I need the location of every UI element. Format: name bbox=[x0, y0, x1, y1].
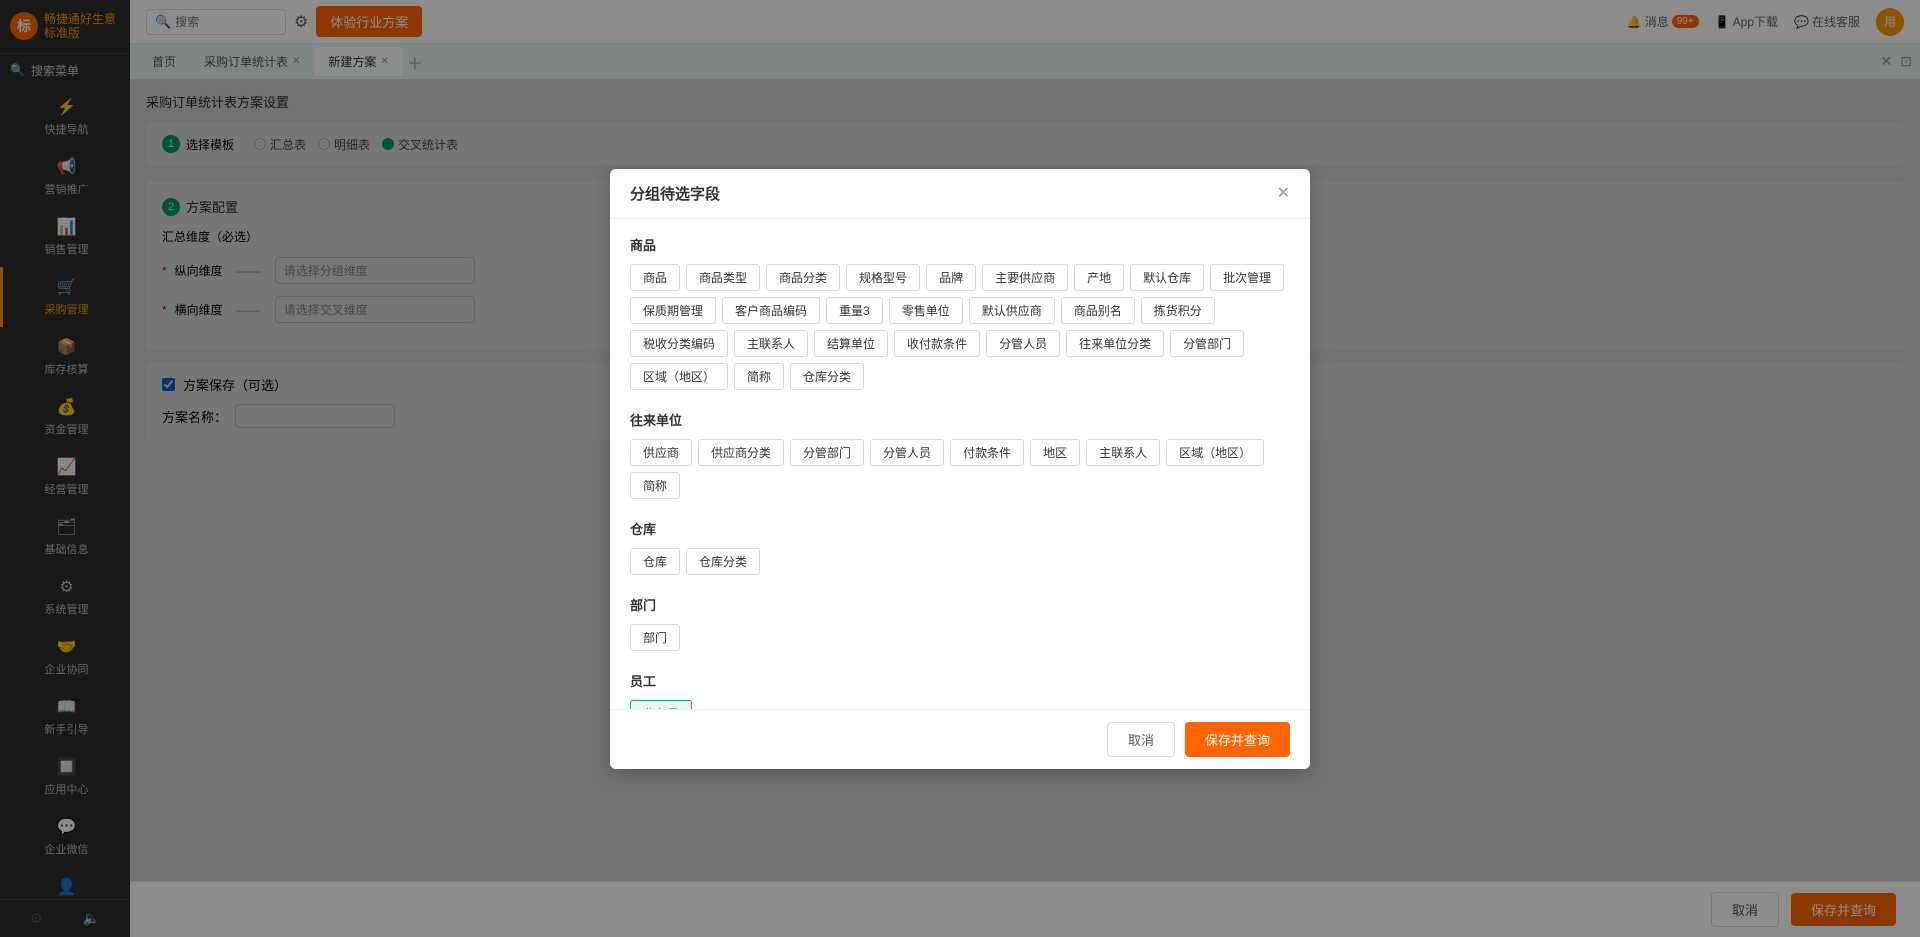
tag-goods-default-wh[interactable]: 默认仓库 bbox=[1130, 264, 1204, 291]
tag-goods-shelf-life[interactable]: 保质期管理 bbox=[630, 297, 716, 324]
tag-goods-default-supplier[interactable]: 默认供应商 bbox=[969, 297, 1055, 324]
tag-goods-spec[interactable]: 规格型号 bbox=[846, 264, 920, 291]
section-dept: 部门 部门 bbox=[630, 595, 1290, 651]
dept-tags: 部门 bbox=[630, 624, 1290, 651]
section-goods: 商品 商品 商品类型 商品分类 规格型号 品牌 主要供应商 产地 默认仓库 批次… bbox=[630, 235, 1290, 390]
warehouse-tags: 仓库 仓库分类 bbox=[630, 548, 1290, 575]
section-dept-title: 部门 bbox=[630, 595, 1290, 614]
tag-cp-supplier[interactable]: 供应商 bbox=[630, 439, 692, 466]
tag-staff-salesperson[interactable]: 业务员 bbox=[630, 700, 692, 709]
tag-goods-alias[interactable]: 商品别名 bbox=[1061, 297, 1135, 324]
section-counterparty-title: 往来单位 bbox=[630, 410, 1290, 429]
tag-goods-contact[interactable]: 主联系人 bbox=[734, 330, 808, 357]
tag-goods-payment-terms[interactable]: 收付款条件 bbox=[894, 330, 980, 357]
tag-cp-dept[interactable]: 分管部门 bbox=[790, 439, 864, 466]
modal-title: 分组待选字段 bbox=[630, 183, 720, 204]
tag-dept-dept[interactable]: 部门 bbox=[630, 624, 680, 651]
tag-goods-pick-score[interactable]: 拣货积分 bbox=[1141, 297, 1215, 324]
modal-body: 商品 商品 商品类型 商品分类 规格型号 品牌 主要供应商 产地 默认仓库 批次… bbox=[610, 219, 1310, 709]
tag-cp-supplier-cat[interactable]: 供应商分类 bbox=[698, 439, 784, 466]
section-warehouse: 仓库 仓库 仓库分类 bbox=[630, 519, 1290, 575]
tag-goods-weight[interactable]: 重量3 bbox=[826, 297, 883, 324]
section-staff: 员工 业务员 bbox=[630, 671, 1290, 709]
counterparty-tags: 供应商 供应商分类 分管部门 分管人员 付款条件 地区 主联系人 区域（地区） … bbox=[630, 439, 1290, 499]
tag-goods-origin[interactable]: 产地 bbox=[1074, 264, 1124, 291]
tag-cp-region[interactable]: 地区 bbox=[1030, 439, 1080, 466]
tag-goods-cust-code[interactable]: 客户商品编码 bbox=[722, 297, 820, 324]
tag-wh-warehouse[interactable]: 仓库 bbox=[630, 548, 680, 575]
modal-cancel-button[interactable]: 取消 bbox=[1107, 722, 1175, 757]
modal-close-button[interactable]: ✕ bbox=[1277, 183, 1290, 203]
tag-cp-abbr[interactable]: 简称 bbox=[630, 472, 680, 499]
tag-goods-batch[interactable]: 批次管理 bbox=[1210, 264, 1284, 291]
modal-confirm-button[interactable]: 保存并查询 bbox=[1185, 722, 1290, 757]
modal-overlay[interactable]: 分组待选字段 ✕ 商品 商品 商品类型 商品分类 规格型号 品牌 主要供应商 产… bbox=[0, 0, 1920, 937]
section-counterparty: 往来单位 供应商 供应商分类 分管部门 分管人员 付款条件 地区 主联系人 区域… bbox=[630, 410, 1290, 499]
tag-goods-type[interactable]: 商品类型 bbox=[686, 264, 760, 291]
tag-goods-category[interactable]: 商品分类 bbox=[766, 264, 840, 291]
tag-cp-contact[interactable]: 主联系人 bbox=[1086, 439, 1160, 466]
tag-goods-tax-code[interactable]: 税收分类编码 bbox=[630, 330, 728, 357]
tag-goods-abbr[interactable]: 简称 bbox=[734, 363, 784, 390]
staff-tags: 业务员 bbox=[630, 700, 1290, 709]
section-staff-title: 员工 bbox=[630, 671, 1290, 690]
tag-goods-region[interactable]: 区域（地区） bbox=[630, 363, 728, 390]
tag-cp-area[interactable]: 区域（地区） bbox=[1166, 439, 1264, 466]
section-goods-title: 商品 bbox=[630, 235, 1290, 254]
modal: 分组待选字段 ✕ 商品 商品 商品类型 商品分类 规格型号 品牌 主要供应商 产… bbox=[610, 169, 1310, 769]
modal-header: 分组待选字段 ✕ bbox=[610, 169, 1310, 219]
tag-goods-wh-cat[interactable]: 仓库分类 bbox=[790, 363, 864, 390]
tag-goods-main-supplier[interactable]: 主要供应商 bbox=[982, 264, 1068, 291]
tag-goods-party-cat[interactable]: 往来单位分类 bbox=[1066, 330, 1164, 357]
tag-goods-dept[interactable]: 分管部门 bbox=[1170, 330, 1244, 357]
tag-wh-cat[interactable]: 仓库分类 bbox=[686, 548, 760, 575]
tag-goods-retail-unit[interactable]: 零售单位 bbox=[889, 297, 963, 324]
tag-cp-person[interactable]: 分管人员 bbox=[870, 439, 944, 466]
section-warehouse-title: 仓库 bbox=[630, 519, 1290, 538]
goods-tags: 商品 商品类型 商品分类 规格型号 品牌 主要供应商 产地 默认仓库 批次管理 … bbox=[630, 264, 1290, 390]
tag-goods-supervisor[interactable]: 分管人员 bbox=[986, 330, 1060, 357]
tag-goods-brand[interactable]: 品牌 bbox=[926, 264, 976, 291]
tag-goods-item[interactable]: 商品 bbox=[630, 264, 680, 291]
modal-footer: 取消 保存并查询 bbox=[610, 709, 1310, 769]
tag-goods-settle-unit[interactable]: 结算单位 bbox=[814, 330, 888, 357]
tag-cp-payment[interactable]: 付款条件 bbox=[950, 439, 1024, 466]
